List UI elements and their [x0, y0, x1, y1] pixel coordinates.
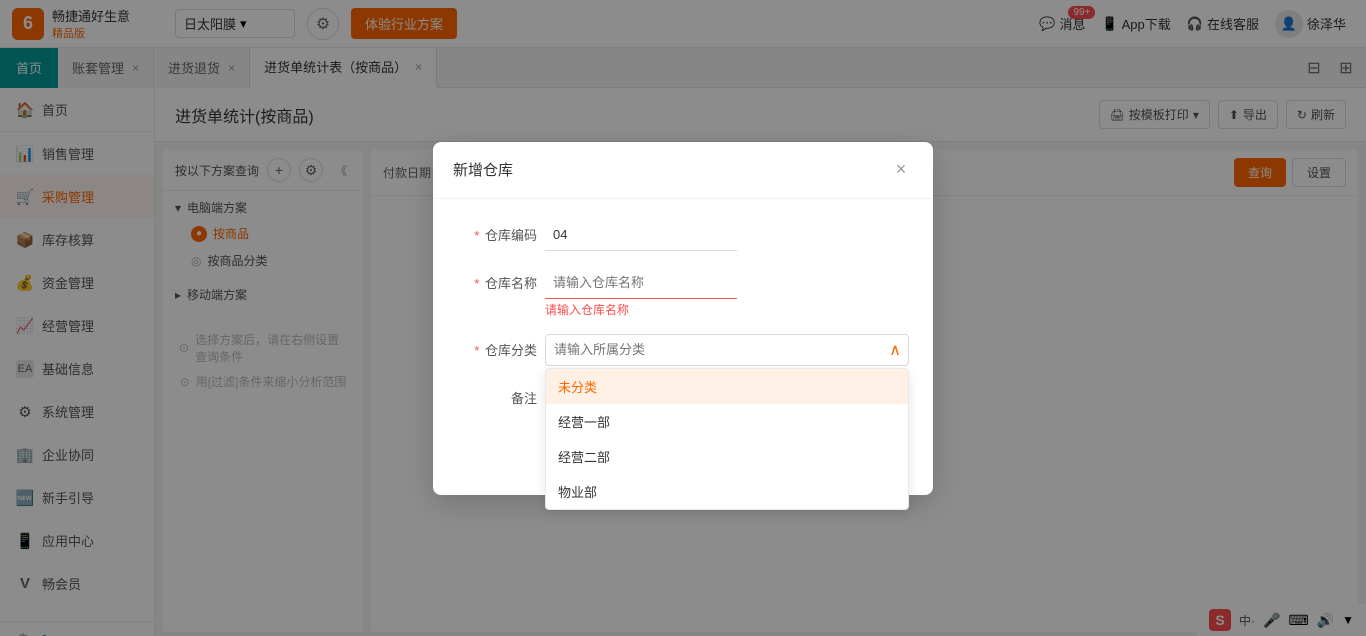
dropdown-item-dept1[interactable]: 经营一部 — [546, 404, 908, 439]
dropdown-item-dept2[interactable]: 经营二部 — [546, 439, 908, 474]
name-row: * 仓库名称 请输入仓库名称 — [457, 267, 909, 318]
category-toggle-icon[interactable]: ∧ — [889, 340, 901, 360]
dialog-header: 新增仓库 × — [433, 142, 933, 199]
name-input[interactable] — [545, 267, 737, 299]
dropdown-item-property[interactable]: 物业部 — [546, 474, 908, 509]
category-select-wrap: ∧ 未分类 经营一部 经营二部 物业部 — [545, 334, 909, 366]
category-label: * 仓库分类 — [457, 334, 537, 359]
name-label: * 仓库名称 — [457, 267, 537, 292]
code-input[interactable] — [545, 219, 737, 251]
category-dropdown: 未分类 经营一部 经营二部 物业部 — [545, 368, 909, 510]
dialog-body: * 仓库编码 * 仓库名称 请输入仓库名称 — [433, 199, 933, 414]
dialog-close-button[interactable]: × — [889, 158, 913, 182]
code-input-wrap — [545, 219, 909, 251]
remark-label: 备注 — [457, 382, 537, 407]
dialog-title: 新增仓库 — [453, 159, 513, 180]
modal-overlay: 新增仓库 × * 仓库编码 * 仓库名称 — [0, 0, 1366, 636]
add-warehouse-dialog: 新增仓库 × * 仓库编码 * 仓库名称 — [433, 142, 933, 495]
category-row: * 仓库分类 ∧ 未分类 经营一部 经营二部 物业部 — [457, 334, 909, 366]
dropdown-item-uncategorized[interactable]: 未分类 — [546, 369, 908, 404]
name-error-message: 请输入仓库名称 — [545, 301, 909, 318]
name-input-wrap: 请输入仓库名称 — [545, 267, 909, 318]
code-row: * 仓库编码 — [457, 219, 909, 251]
category-input[interactable] — [545, 334, 909, 366]
code-label: * 仓库编码 — [457, 219, 537, 244]
